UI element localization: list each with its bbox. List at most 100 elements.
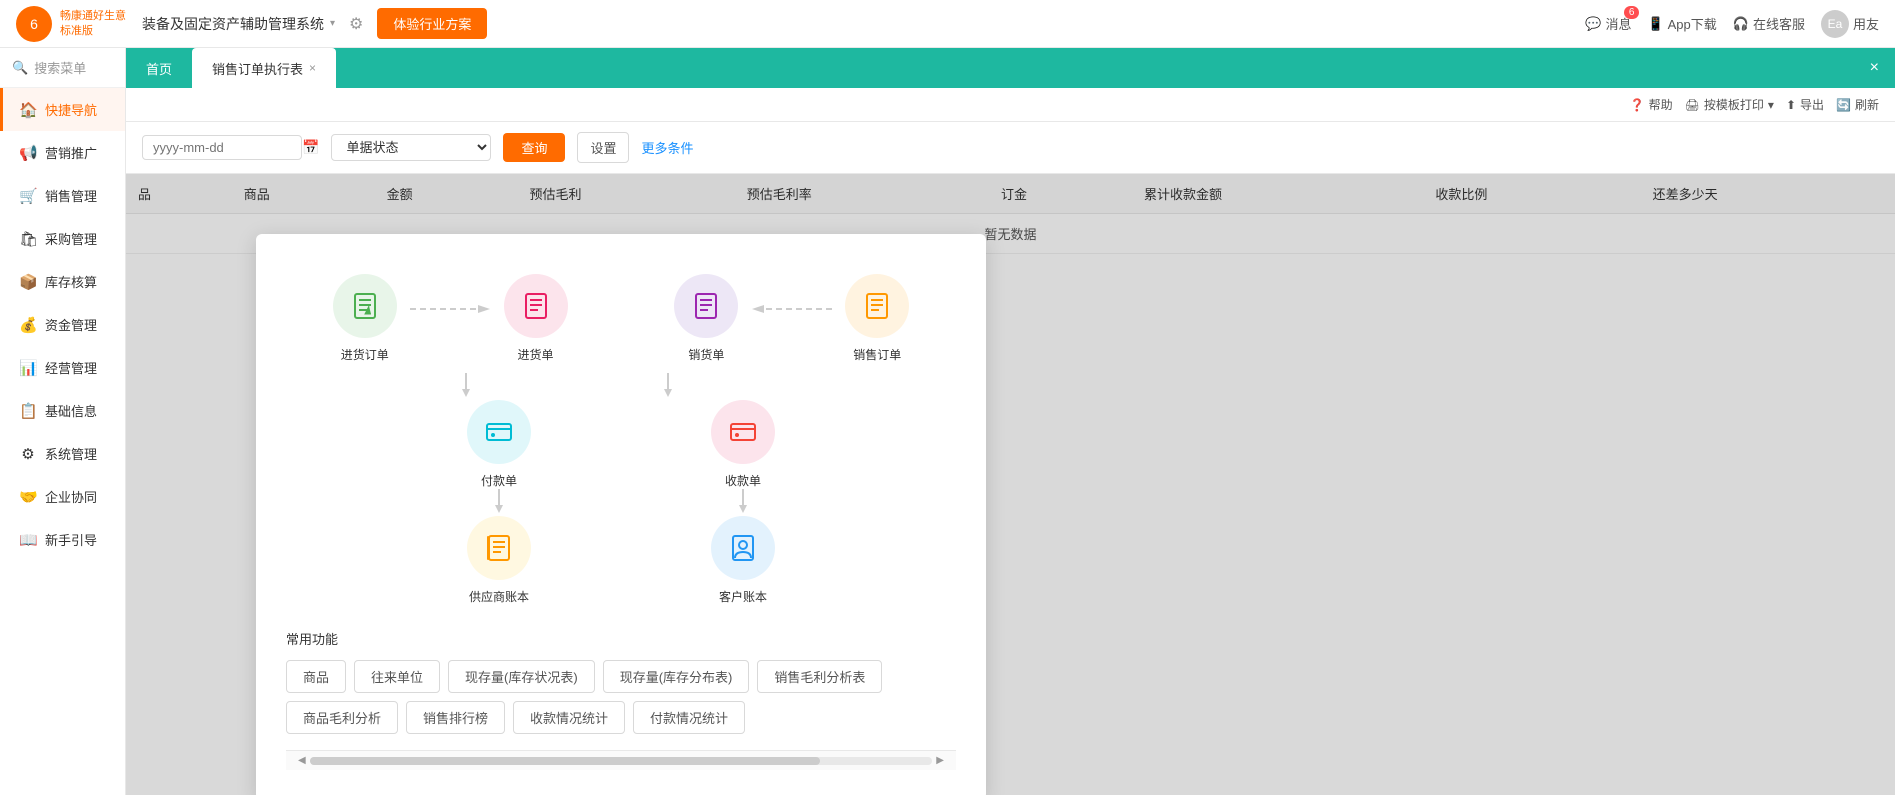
message-button[interactable]: 💬 消息 6 <box>1585 14 1631 33</box>
settings-icon[interactable]: ⚙ <box>349 14 363 34</box>
query-button[interactable]: 查询 <box>503 133 565 162</box>
flow-node-supplier-ledger[interactable]: 供应商账本 <box>467 516 531 605</box>
sales-order-circle <box>845 274 909 338</box>
print-dropdown-icon: ▾ <box>1768 98 1774 112</box>
purchase-bill-label: 进货单 <box>518 346 554 363</box>
sales-icon: 🛒 <box>19 187 37 205</box>
dropdown-arrow-icon[interactable]: ▾ <box>330 18 335 29</box>
flow-node-purchase-order[interactable]: 进货订单 <box>333 274 397 363</box>
content-area: 首页 销售订单执行表 × × ❓ 帮助 🖨 按模板打印 ▾ <box>126 48 1895 795</box>
scroll-right-button[interactable]: ▶ <box>936 755 944 766</box>
tab-home[interactable]: 首页 <box>126 48 192 88</box>
supplier-ledger-circle <box>467 516 531 580</box>
purchase-order-label: 进货订单 <box>341 346 389 363</box>
func-btn-stock-dist[interactable]: 现存量(库存分布表) <box>603 660 750 693</box>
flow-node-payment-bill[interactable]: 付款单 <box>467 400 531 489</box>
online-service-button[interactable]: 🎧 在线客服 <box>1733 14 1805 33</box>
func-btn-goods-profit[interactable]: 商品毛利分析 <box>286 701 398 734</box>
scroll-thumb <box>310 757 821 765</box>
scroll-left-button[interactable]: ◀ <box>298 755 306 766</box>
sidebar-item-inventory[interactable]: 📦 库存核算 <box>0 260 125 303</box>
sales-bill-circle <box>674 274 738 338</box>
modal-overlay: 进货订单 <box>126 174 1895 795</box>
receipt-bill-circle <box>711 400 775 464</box>
customer-ledger-label: 客户账本 <box>719 588 767 605</box>
operations-icon: 📊 <box>19 359 37 377</box>
refresh-button[interactable]: 🔄 刷新 <box>1836 96 1879 113</box>
purchase-bill-circle <box>504 274 568 338</box>
tab-active[interactable]: 销售订单执行表 × <box>192 48 336 88</box>
logo-text: 畅康通好生意 标准版 <box>60 9 126 38</box>
payment-bill-label: 付款单 <box>481 472 517 489</box>
help-icon: ❓ <box>1630 98 1645 112</box>
tab-bar: 首页 销售订单执行表 × × <box>126 48 1895 88</box>
scroll-bar-area: ◀ ▶ <box>286 750 956 770</box>
sidebar-item-operations[interactable]: 📊 经营管理 <box>0 346 125 389</box>
sidebar-item-quick-nav[interactable]: 🏠 快捷导航 <box>0 88 125 131</box>
service-icon: 🎧 <box>1733 16 1749 32</box>
purchase-icon: 🛍 <box>19 230 37 248</box>
sidebar-item-base-info[interactable]: 📋 基础信息 <box>0 389 125 432</box>
avatar: Ea <box>1821 10 1849 38</box>
help-button[interactable]: ❓ 帮助 <box>1630 96 1673 113</box>
collab-icon: 🤝 <box>19 488 37 506</box>
sidebar-item-beginner[interactable]: 📖 新手引导 <box>0 518 125 561</box>
flow-row-3: 供应商账本 客户账本 <box>286 516 956 605</box>
download-icon: 📱 <box>1647 16 1663 32</box>
template-print-button[interactable]: 🖨 按模板打印 ▾ <box>1685 96 1774 113</box>
flow-node-purchase-bill[interactable]: 进货单 <box>504 274 568 363</box>
sidebar-item-sales[interactable]: 🛒 销售管理 <box>0 174 125 217</box>
export-button[interactable]: ⬆ 导出 <box>1786 96 1824 113</box>
func-btn-payment-stats[interactable]: 付款情况统计 <box>633 701 745 734</box>
user-menu[interactable]: Ea 用友 <box>1821 10 1879 38</box>
inventory-icon: 📦 <box>19 273 37 291</box>
top-bar: 6 畅康通好生意 标准版 装备及固定资产辅助管理系统 ▾ ⚙ 体验行业方案 💬 … <box>0 0 1895 48</box>
logo-section: 6 畅康通好生意 标准版 <box>16 6 126 42</box>
flow-row-2: 付款单 收款单 <box>286 400 956 489</box>
flow-node-sales-bill[interactable]: 销货单 <box>674 274 738 363</box>
set-button[interactable]: 设置 <box>577 132 629 163</box>
receipt-bill-label: 收款单 <box>725 472 761 489</box>
tab-close-icon[interactable]: × <box>309 61 316 75</box>
svg-text:6: 6 <box>30 16 38 32</box>
sales-bill-label: 销货单 <box>688 346 724 363</box>
app-download-button[interactable]: 📱 App下载 <box>1647 14 1716 33</box>
sidebar-item-marketing[interactable]: 📢 营销推广 <box>0 131 125 174</box>
top-right: 💬 消息 6 📱 App下载 🎧 在线客服 Ea 用友 <box>1585 10 1879 38</box>
func-btn-sales-rank[interactable]: 销售排行榜 <box>406 701 505 734</box>
payment-bill-circle <box>467 400 531 464</box>
filter-area: 📅 单据状态 查询 设置 更多条件 <box>126 122 1895 174</box>
flow-node-receipt-bill[interactable]: 收款单 <box>711 400 775 489</box>
search-icon: 🔍 <box>12 60 28 76</box>
system-title: 装备及固定资产辅助管理系统 ▾ ⚙ 体验行业方案 <box>142 8 1585 39</box>
sidebar-item-system[interactable]: ⚙ 系统管理 <box>0 432 125 475</box>
logo-icon: 6 <box>16 6 52 42</box>
common-functions-title: 常用功能 <box>286 629 956 648</box>
message-badge: 6 <box>1624 6 1640 19</box>
date-input[interactable] <box>142 135 302 160</box>
sidebar-item-finance[interactable]: 💰 资金管理 <box>0 303 125 346</box>
trial-button[interactable]: 体验行业方案 <box>377 8 487 39</box>
func-btn-sales-profit[interactable]: 销售毛利分析表 <box>757 660 882 693</box>
func-btn-goods[interactable]: 商品 <box>286 660 346 693</box>
customer-ledger-circle <box>711 516 775 580</box>
sidebar-item-collab[interactable]: 🤝 企业协同 <box>0 475 125 518</box>
purchase-order-circle <box>333 274 397 338</box>
func-btn-stock-status[interactable]: 现存量(库存状况表) <box>448 660 595 693</box>
status-select[interactable]: 单据状态 <box>331 134 491 161</box>
sidebar-item-purchase[interactable]: 🛍 采购管理 <box>0 217 125 260</box>
flow-diagram: 进货订单 <box>286 264 956 605</box>
system-icon: ⚙ <box>19 445 37 463</box>
search-menu[interactable]: 🔍 搜索菜单 <box>0 48 125 88</box>
func-btn-receipt-stats[interactable]: 收款情况统计 <box>513 701 625 734</box>
export-icon: ⬆ <box>1786 98 1796 112</box>
flow-node-sales-order[interactable]: 销售订单 <box>845 274 909 363</box>
flow-row-1: 进货订单 <box>286 264 956 373</box>
scroll-track[interactable] <box>310 757 933 765</box>
func-btn-partner[interactable]: 往来单位 <box>354 660 440 693</box>
tab-bar-close-icon[interactable]: × <box>1870 59 1879 77</box>
content-toolbar: ❓ 帮助 🖨 按模板打印 ▾ ⬆ 导出 🔄 刷新 <box>126 88 1895 122</box>
more-conditions-link[interactable]: 更多条件 <box>641 138 693 157</box>
flow-node-customer-ledger[interactable]: 客户账本 <box>711 516 775 605</box>
common-functions: 常用功能 商品 往来单位 现存量(库存状况表) 现存量(库存分布表) 销售毛利分… <box>286 629 956 734</box>
